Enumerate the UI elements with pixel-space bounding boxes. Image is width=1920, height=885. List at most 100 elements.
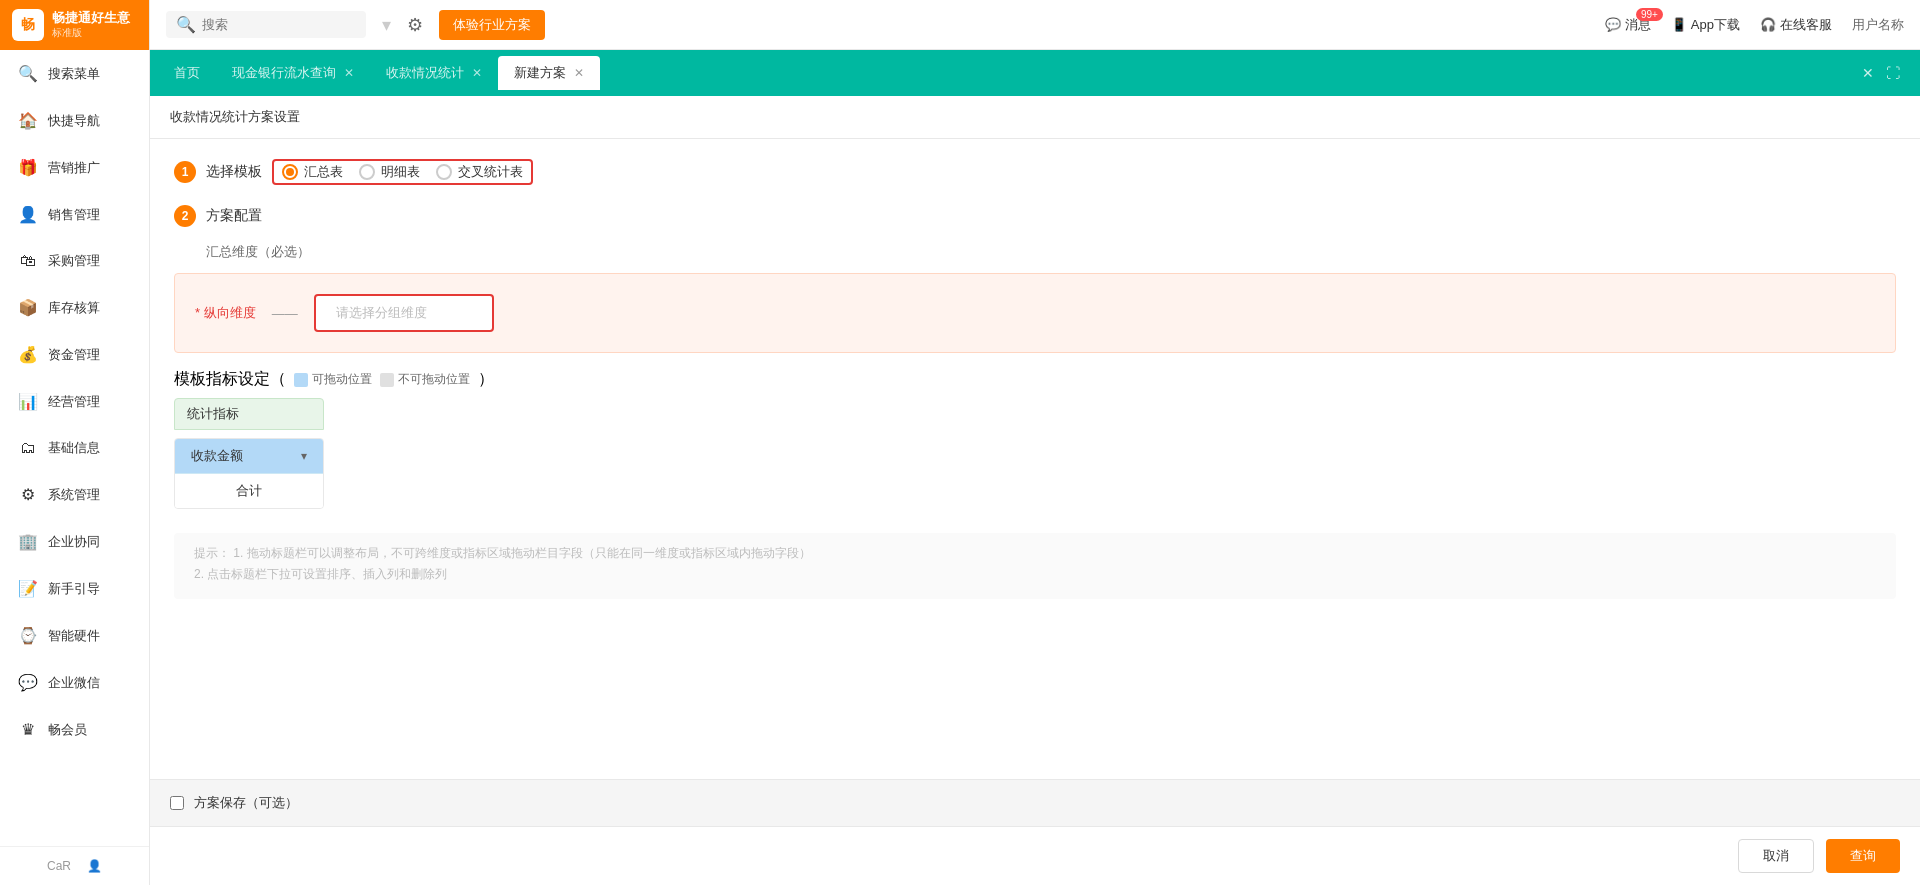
sidebar-logo: 畅 畅捷通好生意 标准版 [0,0,149,50]
search-box[interactable]: 🔍 [166,11,366,38]
app-icon: 📱 [1671,17,1687,32]
sidebar-item-label: 新手引导 [48,580,100,598]
sidebar-item-finance[interactable]: 💰 资金管理 [0,331,149,378]
metrics-config-label: 模板指标设定（ [174,369,286,390]
step2-num: 2 [174,205,196,227]
box-icon: 📦 [18,298,38,317]
sidebar-item-label: 资金管理 [48,346,100,364]
home-icon: 🏠 [18,111,38,130]
chat-icon: 💬 [18,673,38,692]
tab-receipt-stat-close[interactable]: ✕ [472,66,482,80]
tab-bank-flow[interactable]: 现金银行流水查询 ✕ [216,56,370,90]
vertical-dimension-label: * 纵向维度 [195,304,256,322]
metrics-header[interactable]: 收款金额 ▾ [175,439,323,474]
radio-cross-label: 交叉统计表 [458,163,523,181]
app-download-btn[interactable]: 📱 App下载 [1671,16,1740,34]
window-controls: ✕ ⛶ [1850,65,1912,81]
tab-new-plan-close[interactable]: ✕ [574,66,584,80]
topbar-dropdown-icon[interactable]: ▾ [382,14,391,36]
tab-new-plan-label: 新建方案 [514,64,566,82]
topbar-gear-icon[interactable]: ⚙ [407,14,423,36]
save-plan-label: 方案保存（可选） [194,794,298,812]
metrics-table: 收款金额 ▾ 合计 [174,438,324,509]
sidebar-item-marketing[interactable]: 🎁 营销推广 [0,144,149,191]
sidebar-item-label: 搜索菜单 [48,65,100,83]
tab-receipt-stat-label: 收款情况统计 [386,64,464,82]
service-icon: 🎧 [1760,17,1776,32]
action-bar: 取消 查询 [150,826,1920,885]
sidebar-item-label: 基础信息 [48,439,100,457]
step2-section: 2 方案配置 汇总维度（必选） * 纵向维度 —— 请选择分组维度 模板指标设定… [174,205,1896,599]
folder-icon: 🗂 [18,439,38,457]
legend-fixed-label: 不可拖动位置 [398,371,470,388]
metrics-header-dropdown-icon[interactable]: ▾ [301,449,307,463]
message-badge: 99+ [1636,8,1663,21]
vertical-dimension-row: * 纵向维度 —— 请选择分组维度 [195,294,1875,332]
sidebar-bottom-btn1[interactable]: CaR [47,859,71,873]
sidebar-bottom-btn2[interactable]: 👤 [87,859,102,873]
sidebar-item-base-info[interactable]: 🗂 基础信息 [0,425,149,471]
trial-btn[interactable]: 体验行业方案 [439,10,545,40]
content-area: 收款情况统计方案设置 1 选择模板 汇总表 明细表 [150,96,1920,885]
sidebar-item-label: 库存核算 [48,299,100,317]
sidebar-item-label: 系统管理 [48,486,100,504]
sidebar-item-search-menu[interactable]: 🔍 搜索菜单 [0,50,149,97]
sidebar-item-label: 智能硬件 [48,627,100,645]
step2-title: 方案配置 [206,207,262,225]
dimension-select[interactable]: 请选择分组维度 [314,294,494,332]
gear-icon: ⚙ [18,485,38,504]
username: 用户名称 [1852,16,1904,34]
chart-icon: 📊 [18,392,38,411]
cancel-button[interactable]: 取消 [1738,839,1814,873]
dimension-arrow: —— [272,306,298,321]
sidebar-item-operation[interactable]: 📊 经营管理 [0,378,149,425]
message-btn[interactable]: 💬 消息 99+ [1605,16,1651,34]
search-input[interactable] [202,17,342,32]
sidebar-item-wechat[interactable]: 💬 企业微信 [0,659,149,706]
sidebar-item-enterprise[interactable]: 🏢 企业协同 [0,518,149,565]
window-close-icon[interactable]: ✕ [1862,65,1874,81]
sidebar-item-label: 快捷导航 [48,112,100,130]
page-footer: 方案保存（可选） [150,779,1920,826]
window-maximize-icon[interactable]: ⛶ [1886,65,1900,81]
sidebar-item-guide[interactable]: 📝 新手引导 [0,565,149,612]
step1-num: 1 [174,161,196,183]
tab-receipt-stat[interactable]: 收款情况统计 ✕ [370,56,498,90]
legend-fixed: 不可拖动位置 [380,371,470,388]
radio-cross-dot[interactable] [436,164,452,180]
page-header: 收款情况统计方案设置 [150,96,1920,139]
online-service-btn[interactable]: 🎧 在线客服 [1760,16,1832,34]
tab-home[interactable]: 首页 [158,56,216,90]
sidebar-item-label: 企业协同 [48,533,100,551]
tab-new-plan[interactable]: 新建方案 ✕ [498,56,600,90]
sidebar-item-label: 营销推广 [48,159,100,177]
sidebar-item-label: 采购管理 [48,252,100,270]
query-button[interactable]: 查询 [1826,839,1900,873]
radio-detail[interactable]: 明细表 [359,163,420,181]
sidebar-item-hardware[interactable]: ⌚ 智能硬件 [0,612,149,659]
search-icon: 🔍 [176,15,196,34]
sidebar: 畅 畅捷通好生意 标准版 🔍 搜索菜单 🏠 快捷导航 🎁 营销推广 👤 销售管理… [0,0,150,885]
sidebar-item-label: 经营管理 [48,393,100,411]
radio-detail-dot[interactable] [359,164,375,180]
step1-title: 选择模板 [206,163,262,181]
radio-summary-dot[interactable] [282,164,298,180]
step1-header: 1 选择模板 汇总表 明细表 交叉统计表 [174,159,1896,185]
tips-section: 提示： 1. 拖动标题栏可以调整布局，不可跨维度或指标区域拖动栏目字段（只能在同… [174,533,1896,599]
gift-icon: 🎁 [18,158,38,177]
sidebar-nav: 🔍 搜索菜单 🏠 快捷导航 🎁 营销推广 👤 销售管理 🛍 采购管理 📦 库存核… [0,50,149,846]
radio-summary[interactable]: 汇总表 [282,163,343,181]
sidebar-item-sales[interactable]: 👤 销售管理 [0,191,149,238]
sidebar-item-inventory[interactable]: 📦 库存核算 [0,284,149,331]
tab-bank-flow-close[interactable]: ✕ [344,66,354,80]
radio-cross[interactable]: 交叉统计表 [436,163,523,181]
topbar: 🔍 ▾ ⚙ 体验行业方案 💬 消息 99+ 📱 App下载 🎧 在线客服 用户名… [150,0,1920,50]
sidebar-item-system[interactable]: ⚙ 系统管理 [0,471,149,518]
sidebar-item-purchase[interactable]: 🛍 采购管理 [0,238,149,284]
save-plan-checkbox[interactable] [170,796,184,810]
sidebar-item-quick-nav[interactable]: 🏠 快捷导航 [0,97,149,144]
sidebar-item-member[interactable]: ♛ 畅会员 [0,706,149,753]
search-menu-icon: 🔍 [18,64,38,83]
tip1: 提示： 1. 拖动标题栏可以调整布局，不可跨维度或指标区域拖动栏目字段（只能在同… [194,545,1876,562]
bag-icon: 🛍 [18,252,38,270]
